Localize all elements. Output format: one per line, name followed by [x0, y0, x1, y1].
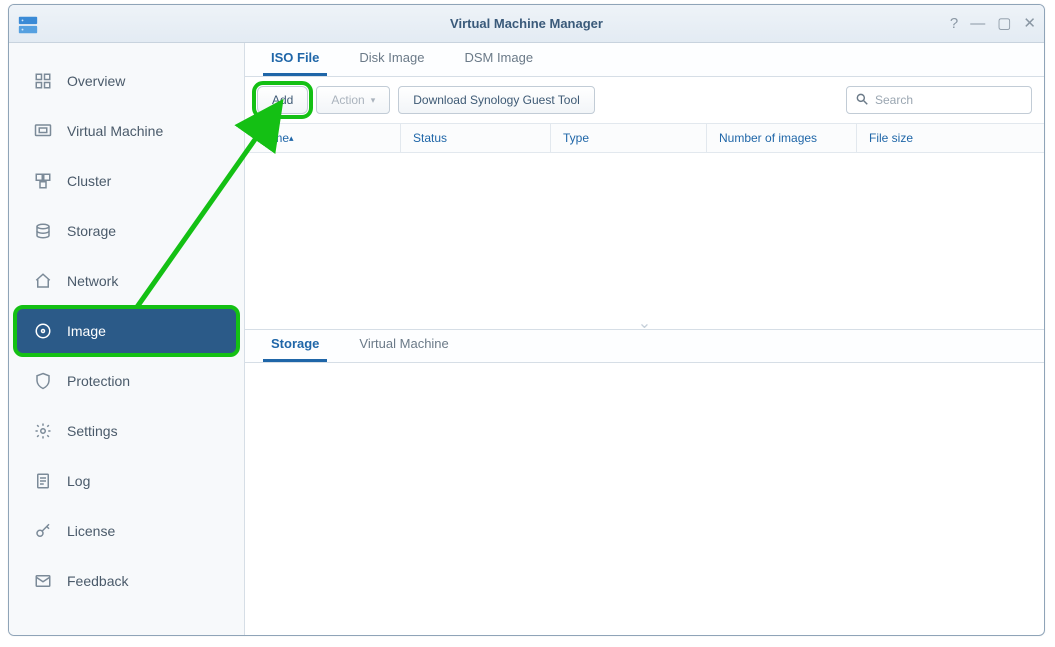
search-icon — [855, 92, 869, 109]
key-icon — [33, 521, 53, 541]
sidebar-item-overview[interactable]: Overview — [15, 57, 238, 105]
sidebar-item-image[interactable]: Image — [15, 307, 238, 355]
sidebar-item-license[interactable]: License — [15, 507, 238, 555]
action-button[interactable]: Action ▾ — [316, 86, 390, 114]
sidebar-item-label: Feedback — [67, 573, 128, 589]
titlebar: Virtual Machine Manager ? — ▢ ✕ — [9, 5, 1044, 43]
sidebar-item-storage[interactable]: Storage — [15, 207, 238, 255]
tab-iso-file[interactable]: ISO File — [263, 41, 327, 76]
sidebar-item-label: License — [67, 523, 115, 539]
bottom-tabs: Storage Virtual Machine — [245, 329, 1044, 363]
vm-icon — [33, 121, 53, 141]
bottom-pane — [245, 363, 1044, 635]
close-icon[interactable]: ✕ — [1023, 5, 1036, 43]
sidebar-item-log[interactable]: Log — [15, 457, 238, 505]
column-header-number-of-images[interactable]: Number of images — [707, 124, 857, 152]
download-guest-tool-button[interactable]: Download Synology Guest Tool — [398, 86, 595, 114]
bottom-tab-storage[interactable]: Storage — [263, 327, 327, 362]
search-input[interactable] — [875, 93, 1030, 107]
app-window: Virtual Machine Manager ? — ▢ ✕ Overview… — [8, 4, 1045, 636]
add-button[interactable]: Add — [257, 86, 308, 114]
sidebar-item-label: Image — [67, 323, 106, 339]
cluster-icon — [33, 171, 53, 191]
log-icon — [33, 471, 53, 491]
shield-icon — [33, 371, 53, 391]
top-tabs: ISO File Disk Image DSM Image — [245, 43, 1044, 77]
search-box[interactable] — [846, 86, 1032, 114]
window-controls: ? — ▢ ✕ — [950, 5, 1036, 43]
dashboard-icon — [33, 71, 53, 91]
disc-icon — [33, 321, 53, 341]
grid-body-empty — [245, 153, 1044, 321]
sidebar-item-protection[interactable]: Protection — [15, 357, 238, 405]
sidebar-item-virtual-machine[interactable]: Virtual Machine — [15, 107, 238, 155]
chevron-down-icon: ▾ — [371, 95, 376, 106]
sidebar: Overview Virtual Machine Cluster Storage… — [9, 43, 245, 635]
mail-icon — [33, 571, 53, 591]
sidebar-item-label: Log — [67, 473, 90, 489]
splitter-handle-icon: ⌄ — [631, 321, 659, 329]
gear-icon — [33, 421, 53, 441]
column-header-name[interactable]: Name — [245, 124, 401, 152]
help-icon[interactable]: ? — [950, 5, 958, 43]
column-header-file-size[interactable]: File size — [857, 124, 1044, 152]
minimize-icon[interactable]: — — [970, 5, 985, 43]
sidebar-item-settings[interactable]: Settings — [15, 407, 238, 455]
sidebar-item-label: Cluster — [67, 173, 111, 189]
grid-header: Name Status Type Number of images File s… — [245, 123, 1044, 153]
sidebar-item-label: Network — [67, 273, 118, 289]
sidebar-item-feedback[interactable]: Feedback — [15, 557, 238, 605]
bottom-tab-virtual-machine[interactable]: Virtual Machine — [351, 327, 456, 362]
sidebar-item-label: Settings — [67, 423, 118, 439]
window-title: Virtual Machine Manager — [9, 5, 1044, 43]
sidebar-item-cluster[interactable]: Cluster — [15, 157, 238, 205]
maximize-icon[interactable]: ▢ — [997, 5, 1011, 43]
sidebar-item-label: Storage — [67, 223, 116, 239]
tab-dsm-image[interactable]: DSM Image — [456, 41, 541, 76]
main-pane: ISO File Disk Image DSM Image Add Action… — [245, 43, 1044, 635]
action-button-label: Action — [331, 93, 364, 107]
toolbar: Add Action ▾ Download Synology Guest Too… — [245, 77, 1044, 123]
column-header-status[interactable]: Status — [401, 124, 551, 152]
sidebar-item-label: Virtual Machine — [67, 123, 163, 139]
sidebar-item-label: Protection — [67, 373, 130, 389]
app-icon — [17, 13, 39, 35]
splitter[interactable]: ⌄ — [245, 321, 1044, 329]
sidebar-item-label: Overview — [67, 73, 125, 89]
sidebar-item-network[interactable]: Network — [15, 257, 238, 305]
column-header-type[interactable]: Type — [551, 124, 707, 152]
storage-icon — [33, 221, 53, 241]
network-icon — [33, 271, 53, 291]
tab-disk-image[interactable]: Disk Image — [351, 41, 432, 76]
